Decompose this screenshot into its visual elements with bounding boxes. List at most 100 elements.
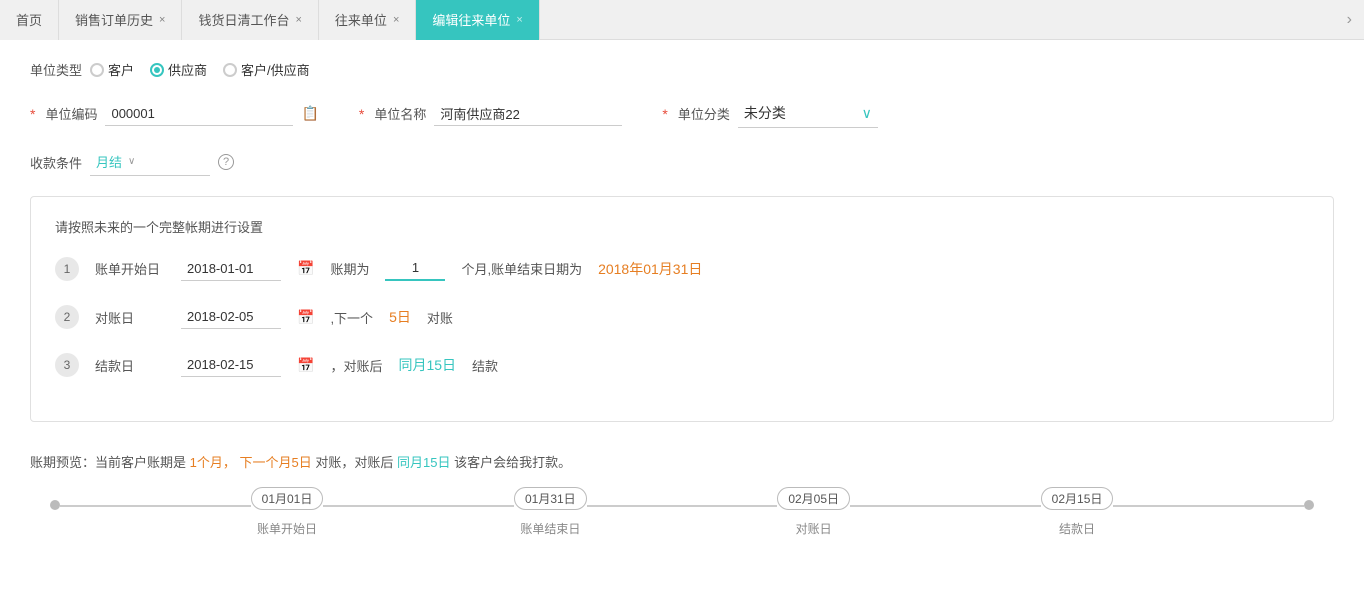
payment-condition-arrow-icon: ∨ xyxy=(128,156,135,167)
step-1-desc-after: 个月,账单结束日期为 xyxy=(461,259,582,278)
radio-both-circle xyxy=(223,63,237,77)
tab-edit-partner[interactable]: 编辑往来单位 × xyxy=(416,0,539,40)
step-number-3: 3 xyxy=(55,353,79,377)
step-1-cal-icon[interactable]: 📅 xyxy=(297,260,314,277)
step-3-desc-suffix: 结款 xyxy=(472,356,498,375)
timeline-container: 01月01日 账单开始日 01月31日 账单结束日 02月05日 对账日 xyxy=(30,487,1334,537)
close-edit-partner-icon[interactable]: × xyxy=(516,14,522,26)
timeline-date-1: 01月01日 xyxy=(251,487,324,510)
step-number-2: 2 xyxy=(55,305,79,329)
timeline-date-3: 02月05日 xyxy=(777,487,850,510)
timeline-node-4: 02月15日 结款日 xyxy=(1041,487,1114,537)
unit-category-select[interactable]: 未分类 ∨ xyxy=(738,99,878,128)
timeline-label-3: 对账日 xyxy=(796,520,832,537)
timeline-label-4: 结款日 xyxy=(1059,520,1095,537)
tab-cashwork[interactable]: 钱货日清工作台 × xyxy=(182,0,318,40)
timeline-date-2: 01月31日 xyxy=(514,487,587,510)
unit-code-group: * 单位编码 📋 xyxy=(30,102,319,126)
timeline-label-2: 账单结束日 xyxy=(520,520,580,537)
timeline-spacer-0 xyxy=(60,505,251,507)
tab-partner-label: 往来单位 xyxy=(335,10,387,29)
payment-condition-select[interactable]: 月结 ∨ xyxy=(90,148,210,176)
payment-condition-group: 收款条件 月结 ∨ ? xyxy=(30,148,234,176)
unit-category-group: * 单位分类 未分类 ∨ xyxy=(662,99,877,128)
timeline-spacer-4 xyxy=(1113,505,1304,507)
settings-section: 请按照未来的一个完整帐期进行设置 1 账单开始日 📅 账期为 个月,账单结束日期… xyxy=(30,196,1334,422)
unit-code-icon[interactable]: 📋 xyxy=(301,105,318,122)
preview-part3: 同月15日 xyxy=(397,455,450,470)
preview-text: 账期预览：当前客户账期是 1个月， 下一个月5日 对账，对账后 同月15日 该客… xyxy=(30,452,1334,471)
radio-group: 客户 供应商 客户/供应商 xyxy=(90,60,310,79)
unit-category-value: 未分类 xyxy=(744,103,786,123)
close-cashwork-icon[interactable]: × xyxy=(295,14,301,26)
section-title: 请按照未来的一个完整帐期进行设置 xyxy=(55,217,1309,236)
timeline-node-1: 01月01日 账单开始日 xyxy=(251,487,324,537)
step-number-1: 1 xyxy=(55,257,79,281)
step-3-highlight: 同月15日 xyxy=(398,355,456,375)
tab-home-label: 首页 xyxy=(16,10,42,29)
timeline-node-3: 02月05日 对账日 xyxy=(777,487,850,537)
radio-customer-circle xyxy=(90,63,104,77)
step-period-input[interactable] xyxy=(385,256,445,281)
unit-type-label: 单位类型 xyxy=(30,60,82,79)
radio-supplier-label: 供应商 xyxy=(168,60,207,79)
preview-part1: 1个月， xyxy=(190,455,236,470)
unit-name-group: * 单位名称 xyxy=(359,102,622,126)
unit-code-input[interactable] xyxy=(105,102,293,126)
unit-details-row: * 单位编码 📋 * 单位名称 * 单位分类 未分类 ∨ xyxy=(30,99,1334,128)
tab-sales-history-label: 销售订单历史 xyxy=(75,10,153,29)
radio-supplier-circle xyxy=(150,63,164,77)
tab-bar: 首页 销售订单历史 × 钱货日清工作台 × 往来单位 × 编辑往来单位 × › xyxy=(0,0,1364,40)
step-date-input-1[interactable] xyxy=(181,257,281,281)
preview-label: 账期预览：当前客户账期是 xyxy=(30,455,186,470)
radio-both[interactable]: 客户/供应商 xyxy=(223,60,310,79)
step-row-1: 1 账单开始日 📅 账期为 个月,账单结束日期为 2018年01月31日 xyxy=(55,256,1309,281)
timeline-end-dot xyxy=(1304,500,1314,510)
preview-section: 账期预览：当前客户账期是 1个月， 下一个月5日 对账，对账后 同月15日 该客… xyxy=(30,442,1334,537)
step-2-desc-suffix: 对账 xyxy=(427,308,453,327)
step-label-3: 结款日 xyxy=(95,356,165,375)
radio-customer[interactable]: 客户 xyxy=(90,60,134,79)
radio-both-label: 客户/供应商 xyxy=(241,60,310,79)
timeline-date-4: 02月15日 xyxy=(1041,487,1114,510)
preview-end: 该客户会给我打款。 xyxy=(454,455,571,470)
timeline-node-2: 01月31日 账单结束日 xyxy=(514,487,587,537)
unit-name-input[interactable] xyxy=(434,102,622,126)
help-icon[interactable]: ? xyxy=(218,154,234,170)
step-3-desc-prefix: ，对账后 xyxy=(330,356,382,375)
payment-condition-row: 收款条件 月结 ∨ ? xyxy=(30,148,1334,176)
close-partner-icon[interactable]: × xyxy=(393,14,399,26)
unit-name-required: * xyxy=(359,106,364,122)
unit-category-label: 单位分类 xyxy=(678,104,730,123)
tab-sales-history[interactable]: 销售订单历史 × xyxy=(59,0,182,40)
tab-cashwork-label: 钱货日清工作台 xyxy=(198,10,289,29)
payment-condition-label: 收款条件 xyxy=(30,153,82,172)
timeline-spacer-2 xyxy=(587,505,778,507)
step-row-3: 3 结款日 📅 ，对账后 同月15日 结款 xyxy=(55,353,1309,377)
step-2-desc-prefix: ,下一个 xyxy=(330,308,373,327)
unit-type-row: 单位类型 客户 供应商 客户/供应商 xyxy=(30,60,1334,79)
preview-part2: 下一个月5日 xyxy=(240,455,312,470)
unit-code-required: * xyxy=(30,106,35,122)
tab-arrow[interactable]: › xyxy=(1335,0,1364,40)
radio-customer-label: 客户 xyxy=(108,60,134,79)
step-2-highlight: 5日 xyxy=(389,307,411,327)
timeline-label-1: 账单开始日 xyxy=(257,520,317,537)
timeline-nodes: 01月01日 账单开始日 01月31日 账单结束日 02月05日 对账日 xyxy=(50,487,1314,537)
tab-partner[interactable]: 往来单位 × xyxy=(319,0,416,40)
tab-home[interactable]: 首页 xyxy=(0,0,59,40)
step-1-desc-before: 账期为 xyxy=(330,259,369,278)
step-label-1: 账单开始日 xyxy=(95,259,165,278)
step-date-input-3[interactable] xyxy=(181,353,281,377)
timeline-start-dot xyxy=(50,500,60,510)
step-date-input-2[interactable] xyxy=(181,305,281,329)
step-2-cal-icon[interactable]: 📅 xyxy=(297,309,314,326)
timeline-spacer-1 xyxy=(323,505,514,507)
close-sales-history-icon[interactable]: × xyxy=(159,14,165,26)
unit-category-arrow-icon: ∨ xyxy=(862,105,872,122)
step-label-2: 对账日 xyxy=(95,308,165,327)
radio-supplier[interactable]: 供应商 xyxy=(150,60,207,79)
unit-code-label: 单位编码 xyxy=(45,104,97,123)
timeline-spacer-3 xyxy=(850,505,1041,507)
step-3-cal-icon[interactable]: 📅 xyxy=(297,357,314,374)
